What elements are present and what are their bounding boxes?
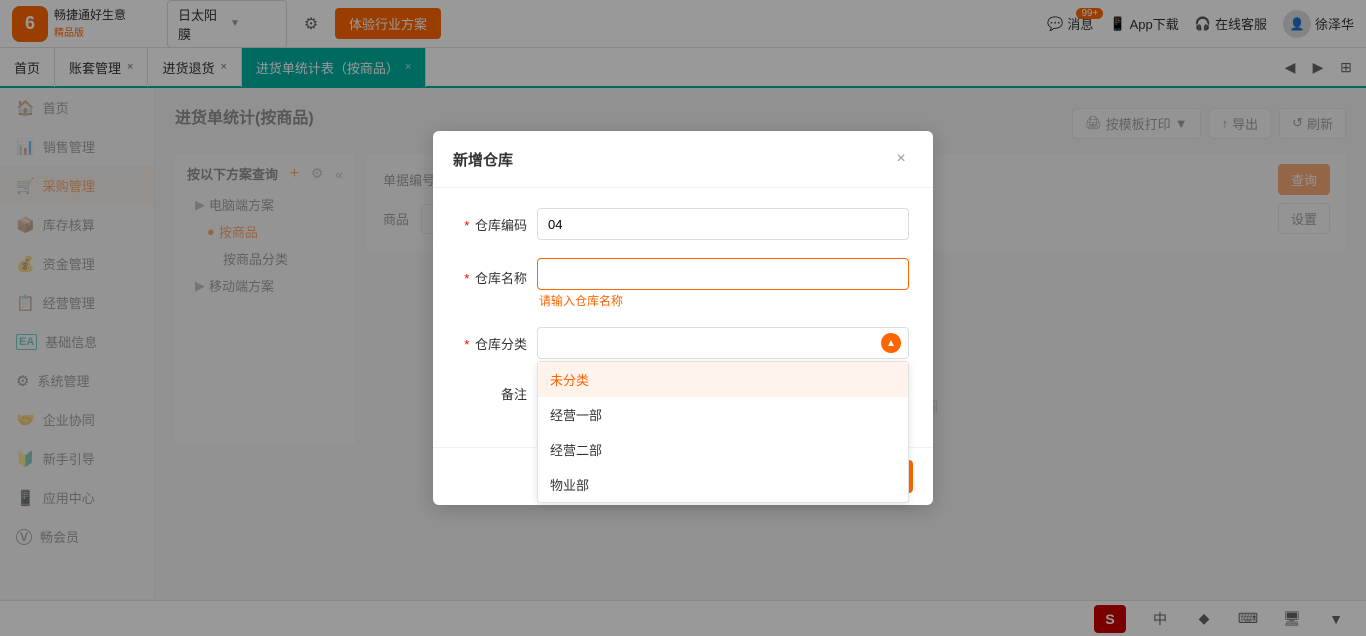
warehouse-modal: 新增仓库 × * 仓库编码 * 仓库名称 bbox=[433, 131, 933, 505]
dropdown-item-dept1[interactable]: 经营一部 bbox=[538, 397, 908, 432]
warehouse-code-label: * 仓库编码 bbox=[457, 208, 537, 234]
dropdown-item-dept2[interactable]: 经营二部 bbox=[538, 432, 908, 467]
required-mark-2: * bbox=[464, 271, 469, 286]
required-mark-3: * bbox=[464, 337, 469, 352]
warehouse-code-input[interactable] bbox=[537, 208, 909, 240]
category-dropdown: 未分类 经营一部 经营二部 物业部 bbox=[537, 361, 909, 503]
notes-label: 备注 bbox=[457, 377, 537, 403]
warehouse-code-row: * 仓库编码 bbox=[457, 208, 909, 240]
modal-title: 新增仓库 bbox=[453, 149, 513, 170]
category-input[interactable] bbox=[537, 327, 909, 359]
dropdown-item-dept3[interactable]: 物业部 bbox=[538, 467, 908, 502]
modal-close-button[interactable]: × bbox=[889, 147, 913, 171]
warehouse-category-row: * 仓库分类 ▲ 未分类 经营一部 经营二部 物业部 bbox=[457, 327, 909, 359]
warehouse-name-input[interactable] bbox=[537, 258, 909, 290]
warehouse-name-error: 请输入仓库名称 bbox=[539, 292, 909, 309]
warehouse-name-row: * 仓库名称 请输入仓库名称 bbox=[457, 258, 909, 309]
warehouse-category-label: * 仓库分类 bbox=[457, 327, 537, 353]
category-arrow-icon[interactable]: ▲ bbox=[881, 333, 901, 353]
warehouse-name-label: * 仓库名称 bbox=[457, 261, 537, 287]
required-mark: * bbox=[464, 218, 469, 233]
modal-header: 新增仓库 × bbox=[433, 131, 933, 188]
modal-overlay: 新增仓库 × * 仓库编码 * 仓库名称 bbox=[0, 0, 1366, 636]
dropdown-item-uncategorized[interactable]: 未分类 bbox=[538, 362, 908, 397]
modal-body: * 仓库编码 * 仓库名称 请输入仓库名称 * bbox=[433, 188, 933, 447]
category-select-wrapper: ▲ 未分类 经营一部 经营二部 物业部 bbox=[537, 327, 909, 359]
